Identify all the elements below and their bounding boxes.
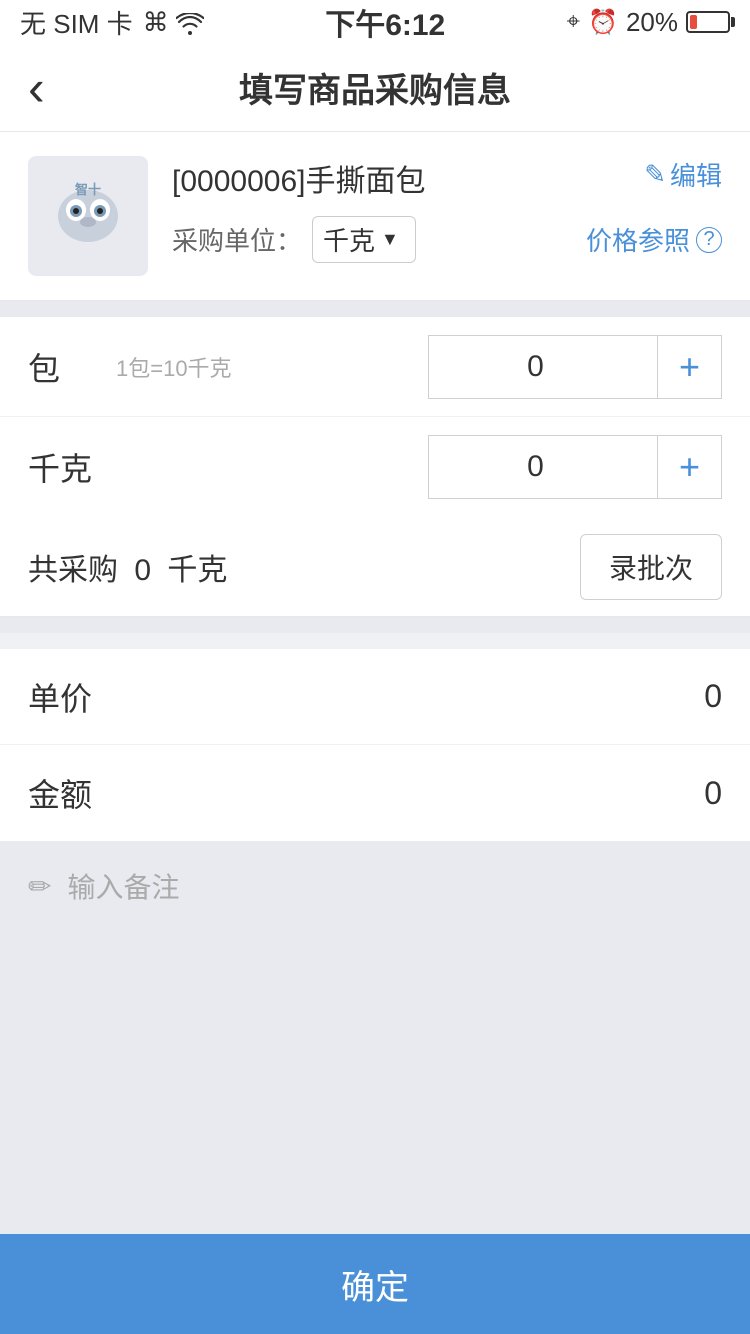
bag-quantity-wrapper: +: [428, 335, 722, 399]
unit-price-value: 0: [704, 678, 722, 715]
summary-section: 共采购 0 千克 录批次: [0, 517, 750, 617]
unit-select[interactable]: 千克 ▼: [312, 216, 416, 263]
bag-input-row: 包 1包=10千克 +: [0, 317, 750, 417]
product-name: [0000006]手撕面包: [172, 156, 425, 200]
unit-price-row: 单价 0: [0, 649, 750, 745]
kg-plus-button[interactable]: +: [658, 435, 722, 499]
edit-icon: ✎: [644, 159, 666, 190]
kg-input-row: 千克 +: [0, 417, 750, 517]
status-left: 无 SIM 卡 ⌘: [20, 4, 204, 41]
battery-icon: [686, 11, 730, 33]
bag-sub-label: 1包=10千克: [116, 351, 232, 383]
bag-quantity-input[interactable]: [428, 335, 658, 399]
section-divider-2: [0, 617, 750, 633]
alarm-icon: ⏰: [588, 8, 618, 37]
nav-bar: ‹ 填写商品采购信息: [0, 44, 750, 132]
product-info: [0000006]手撕面包 ✎ 编辑 采购单位： 千克 ▼ 价格参照 ?: [172, 156, 722, 263]
wifi-icon: ⌘: [143, 7, 204, 38]
confirm-button[interactable]: 确定: [0, 1234, 750, 1334]
section-divider-1: [0, 301, 750, 317]
confirm-btn-label: 确定: [341, 1260, 409, 1309]
product-card: 智十 [0000006]手撕面包 ✎ 编辑 采购单位： 千克 ▼ 价格参照: [0, 132, 750, 301]
edit-button[interactable]: ✎ 编辑: [644, 156, 722, 193]
unit-label: 采购单位： 千克 ▼: [172, 216, 416, 263]
bag-plus-button[interactable]: +: [658, 335, 722, 399]
summary-text: 共采购 0 千克: [28, 545, 227, 589]
amount-label: 金额: [28, 770, 92, 816]
bag-label: 包: [28, 344, 108, 390]
status-time: 下午6:12: [325, 0, 445, 44]
unit-price-label: 单价: [28, 674, 92, 720]
product-header: [0000006]手撕面包 ✎ 编辑: [172, 156, 722, 200]
location-icon: ⌖: [567, 8, 581, 36]
svg-text:智十: 智十: [75, 182, 101, 197]
kg-label: 千克: [28, 444, 108, 490]
amount-row: 金额 0: [0, 745, 750, 841]
back-button[interactable]: ‹: [28, 63, 45, 113]
price-reference-btn[interactable]: 价格参照 ?: [586, 221, 722, 258]
page-title: 填写商品采购信息: [239, 63, 511, 112]
product-logo: 智十: [48, 178, 128, 255]
battery-percent: 20%: [626, 7, 678, 38]
kg-quantity-wrapper: +: [428, 435, 722, 499]
no-sim-text: 无 SIM 卡: [20, 4, 133, 41]
product-meta: 采购单位： 千克 ▼ 价格参照 ?: [172, 216, 722, 263]
chevron-down-icon: ▼: [381, 229, 399, 250]
status-right: ⌖ ⏰ 20%: [567, 7, 730, 38]
content-area: [0, 931, 750, 1251]
note-section[interactable]: ✏ 输入备注: [0, 841, 750, 931]
input-section: 包 1包=10千克 + 千克 +: [0, 317, 750, 517]
help-icon: ?: [696, 227, 722, 253]
pencil-icon: ✏: [28, 870, 51, 903]
product-image: 智十: [28, 156, 148, 276]
amount-value: 0: [704, 775, 722, 812]
batch-record-button[interactable]: 录批次: [580, 534, 722, 600]
status-bar: 无 SIM 卡 ⌘ 下午6:12 ⌖ ⏰ 20%: [0, 0, 750, 44]
note-placeholder: 输入备注: [67, 866, 179, 906]
kg-quantity-input[interactable]: [428, 435, 658, 499]
price-section: 单价 0 金额 0: [0, 649, 750, 841]
